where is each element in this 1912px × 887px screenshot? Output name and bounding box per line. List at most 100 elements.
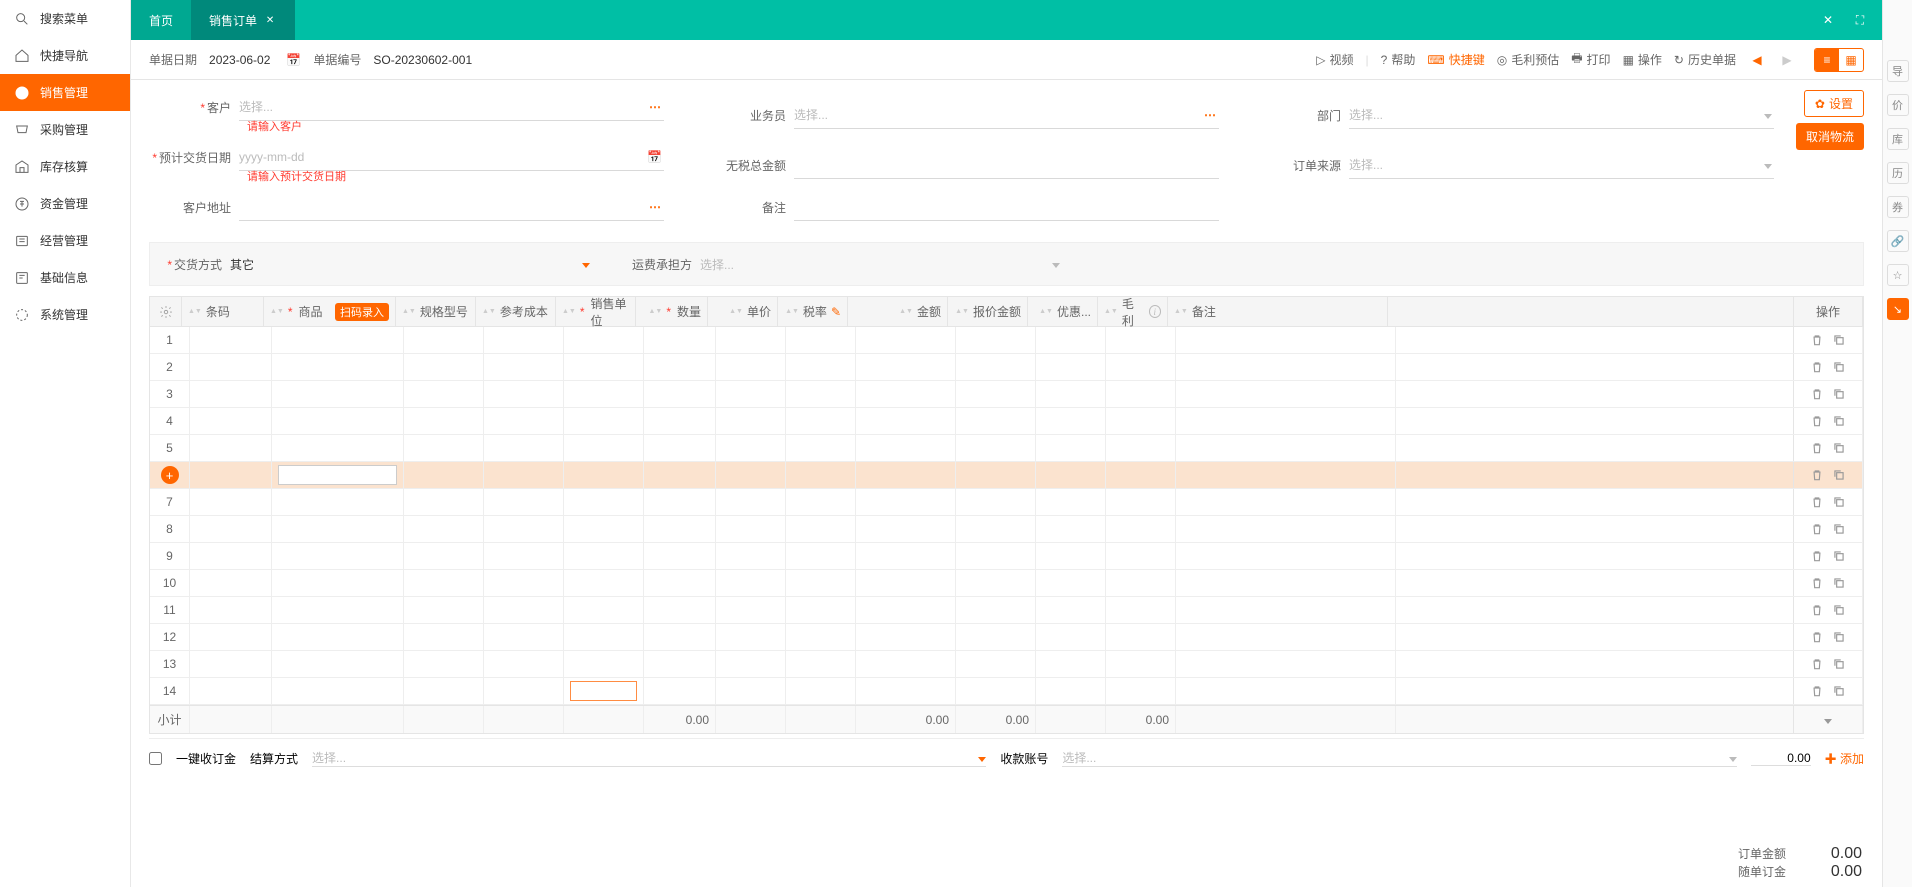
tab-home[interactable]: 首页	[131, 0, 191, 40]
history-link[interactable]: ↻ 历史单据	[1674, 51, 1736, 68]
settings-button[interactable]: ✿ 设置	[1804, 90, 1864, 117]
remark-input[interactable]	[794, 200, 1219, 214]
delete-icon[interactable]	[1810, 630, 1824, 644]
table-row[interactable]: 11	[150, 597, 1863, 624]
delete-icon[interactable]	[1810, 360, 1824, 374]
copy-icon[interactable]	[1832, 603, 1846, 617]
tab-close-all[interactable]: ✕	[1814, 6, 1842, 34]
copy-icon[interactable]	[1832, 495, 1846, 509]
sidebar-item-inventory[interactable]: 库存核算	[0, 148, 130, 185]
copy-icon[interactable]	[1832, 333, 1846, 347]
copy-icon[interactable]	[1832, 576, 1846, 590]
sidebar-item-baseinfo[interactable]: 基础信息	[0, 259, 130, 296]
copy-icon[interactable]	[1832, 657, 1846, 671]
col-product[interactable]: ▲▼*商品扫码录入	[264, 297, 396, 326]
delete-icon[interactable]	[1810, 414, 1824, 428]
col-quote[interactable]: ▲▼报价金额	[948, 297, 1028, 326]
sidebar-item-purchase[interactable]: 采购管理	[0, 111, 130, 148]
ship-select[interactable]: 其它	[230, 256, 590, 273]
sidebar-item-quicknav[interactable]: 快捷导航	[0, 37, 130, 74]
ops-link[interactable]: ▦ 操作	[1623, 51, 1662, 68]
sales-input[interactable]	[794, 108, 1219, 122]
dept-input[interactable]	[1349, 108, 1774, 122]
table-row[interactable]: 3	[150, 381, 1863, 408]
col-qty[interactable]: ▲▼*数量	[636, 297, 708, 326]
table-row[interactable]: 2	[150, 354, 1863, 381]
col-price[interactable]: ▲▼单价	[708, 297, 778, 326]
method-select[interactable]: 选择...	[312, 749, 986, 767]
table-row[interactable]: 13	[150, 651, 1863, 678]
product-cell-input[interactable]	[278, 465, 397, 485]
onekey-deposit-checkbox[interactable]	[149, 752, 162, 765]
close-icon[interactable]: ✕	[263, 13, 277, 27]
table-row[interactable]: +	[150, 462, 1863, 489]
chevron-down-icon[interactable]	[1764, 158, 1772, 172]
chevron-down-icon[interactable]	[1764, 108, 1772, 122]
delete-icon[interactable]	[1810, 522, 1824, 536]
table-row[interactable]: 12	[150, 624, 1863, 651]
chevron-down-icon[interactable]	[1824, 713, 1832, 727]
col-disc[interactable]: ▲▼优惠...	[1028, 297, 1098, 326]
hotkey-link[interactable]: ⌨ 快捷键	[1427, 51, 1484, 68]
print-link[interactable]: 🖶 打印	[1571, 49, 1610, 70]
delete-icon[interactable]	[1810, 576, 1824, 590]
addr-input[interactable]	[239, 200, 664, 214]
delete-icon[interactable]	[1810, 549, 1824, 563]
rail-btn-1[interactable]: 导	[1887, 60, 1909, 82]
gross-link[interactable]: ◎ 毛利预估	[1497, 51, 1560, 68]
tab-sales-order[interactable]: 销售订单 ✕	[191, 0, 295, 40]
more-icon[interactable]: ⋯	[649, 100, 662, 114]
rail-btn-5[interactable]: 券	[1887, 196, 1909, 218]
delete-icon[interactable]	[1810, 441, 1824, 455]
table-row[interactable]: 14	[150, 678, 1863, 705]
table-row[interactable]: 9	[150, 543, 1863, 570]
customer-input[interactable]	[239, 100, 664, 114]
col-barcode[interactable]: ▲▼条码	[182, 297, 264, 326]
copy-icon[interactable]	[1832, 630, 1846, 644]
notax-input[interactable]	[794, 158, 1219, 172]
calendar-icon[interactable]: 📅	[286, 53, 301, 67]
more-icon[interactable]: ⋯	[649, 200, 662, 214]
delete-icon[interactable]	[1810, 333, 1824, 347]
rail-btn-2[interactable]: 价	[1887, 94, 1909, 116]
col-tax[interactable]: ▲▼税率 ✎	[778, 297, 848, 326]
acct-select[interactable]: 选择...	[1062, 749, 1736, 767]
col-settings[interactable]	[150, 297, 182, 326]
sidebar-item-search[interactable]: 搜索菜单	[0, 0, 130, 37]
rail-btn-4[interactable]: 历	[1887, 162, 1909, 184]
col-spec[interactable]: ▲▼规格型号	[396, 297, 476, 326]
sidebar-item-finance[interactable]: 资金管理	[0, 185, 130, 222]
fullscreen-icon[interactable]: ⛶	[1846, 6, 1874, 34]
edit-icon[interactable]: ✎	[831, 305, 841, 319]
cancel-logistics-button[interactable]: 取消物流	[1796, 123, 1864, 150]
delete-icon[interactable]	[1810, 603, 1824, 617]
table-row[interactable]: 10	[150, 570, 1863, 597]
rail-collapse-icon[interactable]: ↘	[1887, 298, 1909, 320]
help-link[interactable]: ? 帮助	[1381, 51, 1416, 68]
delete-icon[interactable]	[1810, 495, 1824, 509]
scan-badge[interactable]: 扫码录入	[335, 303, 389, 321]
copy-icon[interactable]	[1832, 549, 1846, 563]
rail-star-icon[interactable]: ☆	[1887, 264, 1909, 286]
rail-btn-3[interactable]: 库	[1887, 128, 1909, 150]
table-row[interactable]: 8	[150, 516, 1863, 543]
table-row[interactable]: 1	[150, 327, 1863, 354]
col-cost[interactable]: ▲▼参考成本	[476, 297, 556, 326]
table-row[interactable]: 5	[150, 435, 1863, 462]
calendar-icon[interactable]: 📅	[647, 150, 662, 164]
delete-icon[interactable]	[1810, 684, 1824, 698]
rail-link-icon[interactable]: 🔗	[1887, 230, 1909, 252]
delete-icon[interactable]	[1810, 468, 1824, 482]
prev-doc-icon[interactable]: ◀	[1748, 46, 1766, 74]
copy-icon[interactable]	[1832, 468, 1846, 482]
copy-icon[interactable]	[1832, 522, 1846, 536]
more-icon[interactable]: ⋯	[1204, 108, 1217, 122]
copy-icon[interactable]	[1832, 414, 1846, 428]
next-doc-icon[interactable]: ▶	[1778, 46, 1796, 74]
col-unit[interactable]: ▲▼*销售单位	[556, 297, 636, 326]
unit-cell-input[interactable]	[570, 681, 637, 701]
col-remark[interactable]: ▲▼备注	[1168, 297, 1388, 326]
freight-select[interactable]: 选择...	[700, 256, 1060, 273]
sidebar-item-system[interactable]: 系统管理	[0, 296, 130, 333]
video-link[interactable]: ▷ 视频	[1316, 51, 1353, 68]
